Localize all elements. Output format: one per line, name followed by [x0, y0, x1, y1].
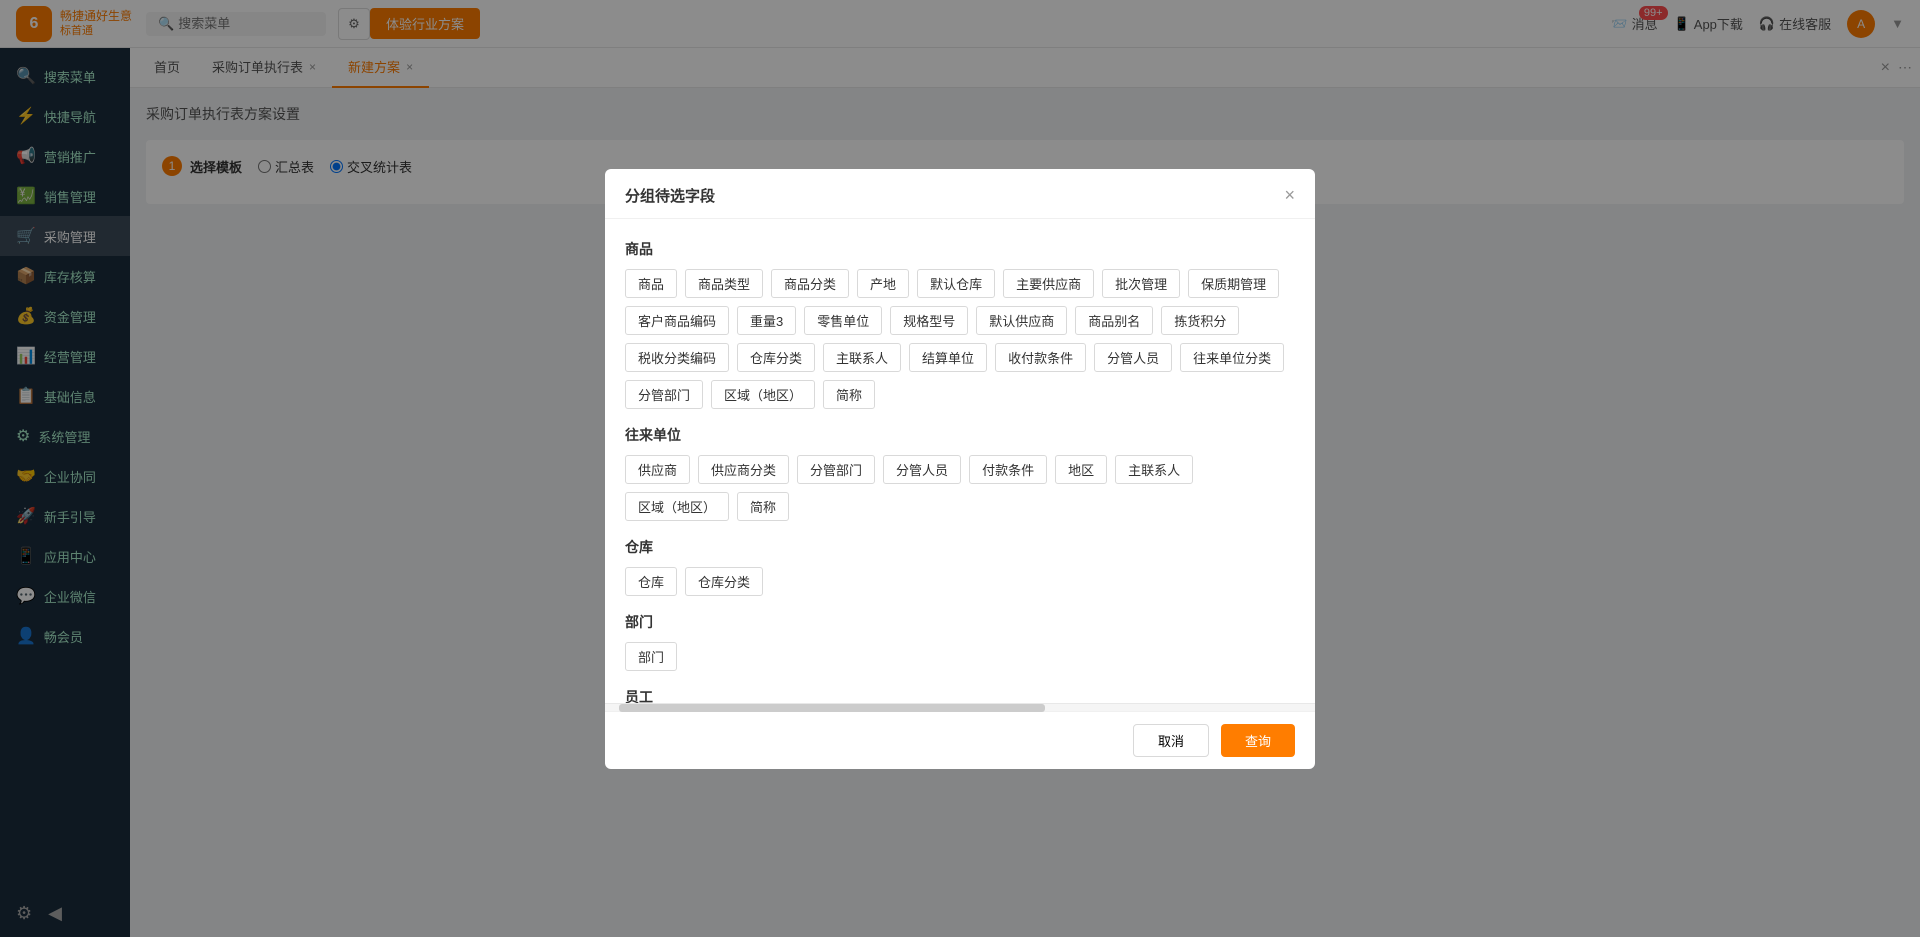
field-tag[interactable]: 地区 — [1055, 455, 1107, 484]
confirm-button[interactable]: 查询 — [1221, 724, 1295, 757]
modal-header: 分组待选字段 × — [605, 169, 1315, 219]
field-tag[interactable]: 商品 — [625, 269, 677, 298]
section-title-product: 商品 — [625, 239, 1295, 259]
field-tag[interactable]: 分管部门 — [625, 380, 703, 409]
field-tag[interactable]: 收付款条件 — [995, 343, 1086, 372]
field-tag[interactable]: 批次管理 — [1102, 269, 1180, 298]
cancel-button[interactable]: 取消 — [1133, 724, 1209, 757]
field-tag[interactable]: 主联系人 — [1115, 455, 1193, 484]
field-tag[interactable]: 仓库分类 — [737, 343, 815, 372]
field-tag[interactable]: 默认仓库 — [917, 269, 995, 298]
field-tags-department: 部门 — [625, 642, 1295, 671]
field-tags-product: 商品 商品类型 商品分类 产地 默认仓库 主要供应商 批次管理 保质期管理 客户… — [625, 269, 1295, 409]
modal-close-button[interactable]: × — [1284, 185, 1295, 206]
modal-hscroll-thumb[interactable] — [619, 704, 1045, 712]
field-tag[interactable]: 区域（地区） — [711, 380, 815, 409]
field-tag[interactable]: 往来单位分类 — [1180, 343, 1284, 372]
modal-title: 分组待选字段 — [625, 185, 715, 206]
field-tag[interactable]: 简称 — [823, 380, 875, 409]
field-tag[interactable]: 商品分类 — [771, 269, 849, 298]
field-tag[interactable]: 供应商 — [625, 455, 690, 484]
modal-body: 商品 商品 商品类型 商品分类 产地 默认仓库 主要供应商 批次管理 保质期管理… — [605, 219, 1315, 703]
modal-footer: 取消 查询 — [605, 711, 1315, 769]
modal-horizontal-scrollbar[interactable] — [605, 703, 1315, 711]
field-tag[interactable]: 付款条件 — [969, 455, 1047, 484]
field-tag[interactable]: 重量3 — [737, 306, 796, 335]
field-tag[interactable]: 区域（地区） — [625, 492, 729, 521]
field-select-modal: 分组待选字段 × 商品 商品 商品类型 商品分类 产地 默认仓库 主要供应商 批… — [605, 169, 1315, 769]
section-title-employee: 员工 — [625, 687, 1295, 703]
field-tag[interactable]: 分管人员 — [1094, 343, 1172, 372]
field-tag[interactable]: 产地 — [857, 269, 909, 298]
field-tags-warehouse: 仓库 仓库分类 — [625, 567, 1295, 596]
field-tag[interactable]: 分管部门 — [797, 455, 875, 484]
field-tag[interactable]: 客户商品编码 — [625, 306, 729, 335]
field-tag[interactable]: 零售单位 — [804, 306, 882, 335]
section-title-department: 部门 — [625, 612, 1295, 632]
field-tag[interactable]: 主联系人 — [823, 343, 901, 372]
field-tag[interactable]: 拣货积分 — [1161, 306, 1239, 335]
field-tag[interactable]: 分管人员 — [883, 455, 961, 484]
field-tag[interactable]: 仓库分类 — [685, 567, 763, 596]
field-tag[interactable]: 保质期管理 — [1188, 269, 1279, 298]
field-tag[interactable]: 供应商分类 — [698, 455, 789, 484]
modal-overlay: 分组待选字段 × 商品 商品 商品类型 商品分类 产地 默认仓库 主要供应商 批… — [0, 0, 1920, 937]
section-title-counterparty: 往来单位 — [625, 425, 1295, 445]
field-tag[interactable]: 结算单位 — [909, 343, 987, 372]
field-tags-counterparty: 供应商 供应商分类 分管部门 分管人员 付款条件 地区 主联系人 区域（地区） … — [625, 455, 1295, 521]
field-tag[interactable]: 主要供应商 — [1003, 269, 1094, 298]
field-tag[interactable]: 仓库 — [625, 567, 677, 596]
field-tag[interactable]: 税收分类编码 — [625, 343, 729, 372]
section-title-warehouse: 仓库 — [625, 537, 1295, 557]
field-tag[interactable]: 商品类型 — [685, 269, 763, 298]
field-tag[interactable]: 部门 — [625, 642, 677, 671]
field-tag[interactable]: 简称 — [737, 492, 789, 521]
field-tag[interactable]: 默认供应商 — [976, 306, 1067, 335]
field-tag[interactable]: 规格型号 — [890, 306, 968, 335]
field-tag[interactable]: 商品别名 — [1075, 306, 1153, 335]
